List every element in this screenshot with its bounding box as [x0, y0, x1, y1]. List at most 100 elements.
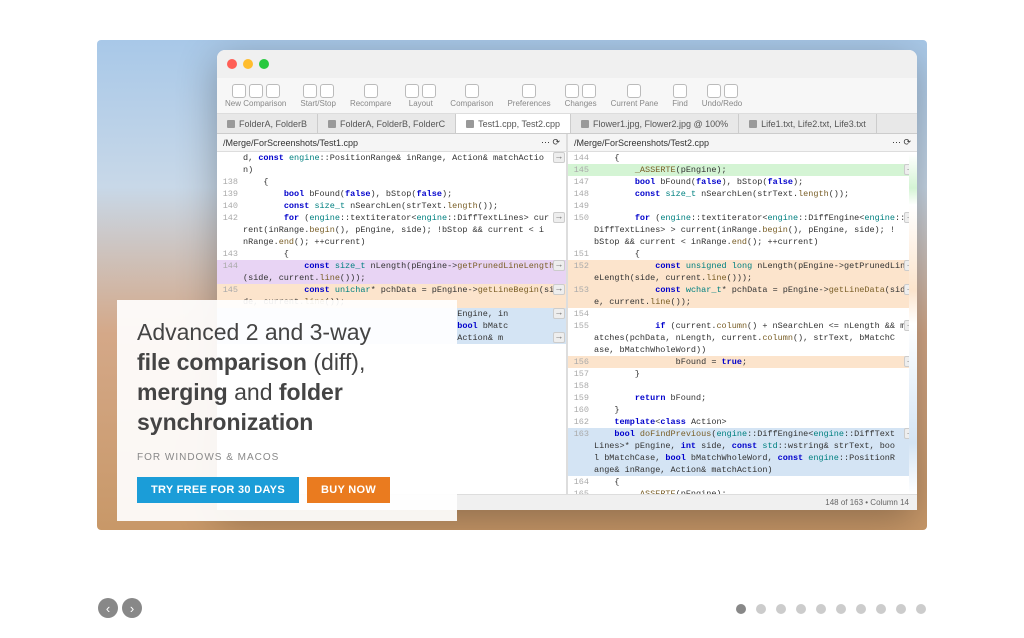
line-number [568, 296, 594, 308]
line-number: 142 [217, 212, 243, 224]
carousel-dot[interactable] [736, 604, 746, 614]
line-number [568, 344, 594, 356]
carousel-dot[interactable] [916, 604, 926, 614]
line-content: rent(inRange.begin(), pEngine, side); !b… [243, 224, 566, 236]
line-content: ange& inRange, Action& matchAction) [594, 464, 917, 476]
toolbar-button[interactable] [724, 84, 738, 98]
toolbar-button[interactable] [249, 84, 263, 98]
tab[interactable]: FolderA, FolderB [217, 114, 318, 133]
toolbar-button[interactable] [266, 84, 280, 98]
toolbar-label: Undo/Redo [702, 99, 742, 108]
line-content: atches(pchData, nLength, current.column(… [594, 332, 917, 344]
tab-label: Flower1.jpg, Flower2.jpg @ 100% [593, 119, 728, 129]
line-content: { [594, 152, 917, 164]
diff-overview-ruler[interactable] [909, 154, 917, 494]
tab[interactable]: Test1.cpp, Test2.cpp [456, 114, 571, 133]
line-content: { [594, 248, 917, 260]
toolbar-button[interactable] [320, 84, 334, 98]
line-number [568, 224, 594, 236]
line-content: nRange.end(); ++current) [243, 236, 566, 248]
carousel-dot[interactable] [776, 604, 786, 614]
hero-slide: New ComparisonStart/StopRecompareLayoutC… [97, 40, 927, 530]
line-number: 145 [217, 284, 243, 296]
line-content: template<class Action> [594, 416, 917, 428]
code-line: 138 { [217, 176, 566, 188]
merge-arrow-icon[interactable]: → [553, 152, 565, 163]
toolbar-button[interactable] [303, 84, 317, 98]
toolbar-button[interactable] [522, 84, 536, 98]
tab[interactable]: Life1.txt, Life2.txt, Life3.txt [739, 114, 877, 133]
next-button[interactable]: › [122, 598, 142, 618]
code-line: 149 [568, 200, 917, 212]
line-content: (side, current.line())); [243, 272, 566, 284]
carousel-dot[interactable] [796, 604, 806, 614]
merge-arrow-icon[interactable]: → [553, 308, 565, 319]
toolbar-button[interactable] [405, 84, 419, 98]
code-line: 147 bool bFound(false), bStop(false); [568, 176, 917, 188]
toolbar: New ComparisonStart/StopRecompareLayoutC… [217, 78, 917, 114]
right-code[interactable]: 144 {145 _ASSERTE(pEngine);→147 bool bFo… [568, 152, 917, 494]
line-content: bool doFindPrevious(engine::DiffEngine<e… [594, 428, 917, 440]
toolbar-label: Find [672, 99, 688, 108]
line-number: 145 [568, 164, 594, 176]
line-content: _ASSERTE(pEngine); [594, 164, 917, 176]
buy-now-button[interactable]: BUY NOW [307, 477, 390, 503]
line-content: bFound = true; [594, 356, 917, 368]
line-content: } [594, 404, 917, 416]
merge-arrow-icon[interactable]: → [553, 284, 565, 295]
line-content: bStop && current < inRange.end(); ++curr… [594, 236, 917, 248]
maximize-icon[interactable] [259, 59, 269, 69]
line-number: 154 [568, 308, 594, 320]
code-line: 162 template<class Action> [568, 416, 917, 428]
merge-arrow-icon[interactable]: → [553, 212, 565, 223]
line-number [568, 464, 594, 476]
line-number: 159 [568, 392, 594, 404]
merge-arrow-icon[interactable]: → [553, 260, 565, 271]
line-number: 164 [568, 476, 594, 488]
carousel-dot[interactable] [896, 604, 906, 614]
tab[interactable]: Flower1.jpg, Flower2.jpg @ 100% [571, 114, 739, 133]
line-content [594, 308, 917, 320]
tab-label: FolderA, FolderB [239, 119, 307, 129]
toolbar-button[interactable] [232, 84, 246, 98]
carousel-dot[interactable] [816, 604, 826, 614]
carousel-dot[interactable] [836, 604, 846, 614]
document-icon [581, 120, 589, 128]
code-line: 156 bFound = true;→ [568, 356, 917, 368]
line-number: 160 [568, 404, 594, 416]
tab[interactable]: FolderA, FolderB, FolderC [318, 114, 456, 133]
toolbar-label: Layout [409, 99, 433, 108]
toolbar-button[interactable] [707, 84, 721, 98]
code-line: 145 _ASSERTE(pEngine);→ [568, 164, 917, 176]
code-line: (side, current.line())); [217, 272, 566, 284]
line-number: 151 [568, 248, 594, 260]
marketing-subtitle: FOR WINDOWS & MACOS [137, 452, 437, 463]
code-line: l bMatchCase, bool bMatchWholeWord, cons… [568, 452, 917, 464]
line-number [568, 272, 594, 284]
line-content: { [594, 476, 917, 488]
close-icon[interactable] [227, 59, 237, 69]
carousel-dot[interactable] [876, 604, 886, 614]
merge-arrow-icon[interactable]: → [553, 332, 565, 343]
code-line: d, const engine::PositionRange& inRange,… [217, 152, 566, 164]
line-content: bool bFound(false), bStop(false); [243, 188, 566, 200]
line-number [217, 164, 243, 176]
toolbar-button[interactable] [422, 84, 436, 98]
line-content: const unsigned long nLength(pEngine->get… [594, 260, 917, 272]
code-line: 159 return bFound; [568, 392, 917, 404]
toolbar-button[interactable] [673, 84, 687, 98]
toolbar-button[interactable] [627, 84, 641, 98]
toolbar-button[interactable] [582, 84, 596, 98]
try-free-button[interactable]: TRY FREE FOR 30 DAYS [137, 477, 299, 503]
toolbar-group: New Comparison [225, 84, 286, 108]
line-content: { [243, 176, 566, 188]
toolbar-group: Preferences [507, 84, 550, 108]
toolbar-button[interactable] [565, 84, 579, 98]
toolbar-button[interactable] [364, 84, 378, 98]
minimize-icon[interactable] [243, 59, 253, 69]
prev-button[interactable]: ‹ [98, 598, 118, 618]
toolbar-button[interactable] [465, 84, 479, 98]
carousel-dot[interactable] [756, 604, 766, 614]
code-line: 165 _ASSERTE(pEngine); [568, 488, 917, 494]
carousel-dot[interactable] [856, 604, 866, 614]
